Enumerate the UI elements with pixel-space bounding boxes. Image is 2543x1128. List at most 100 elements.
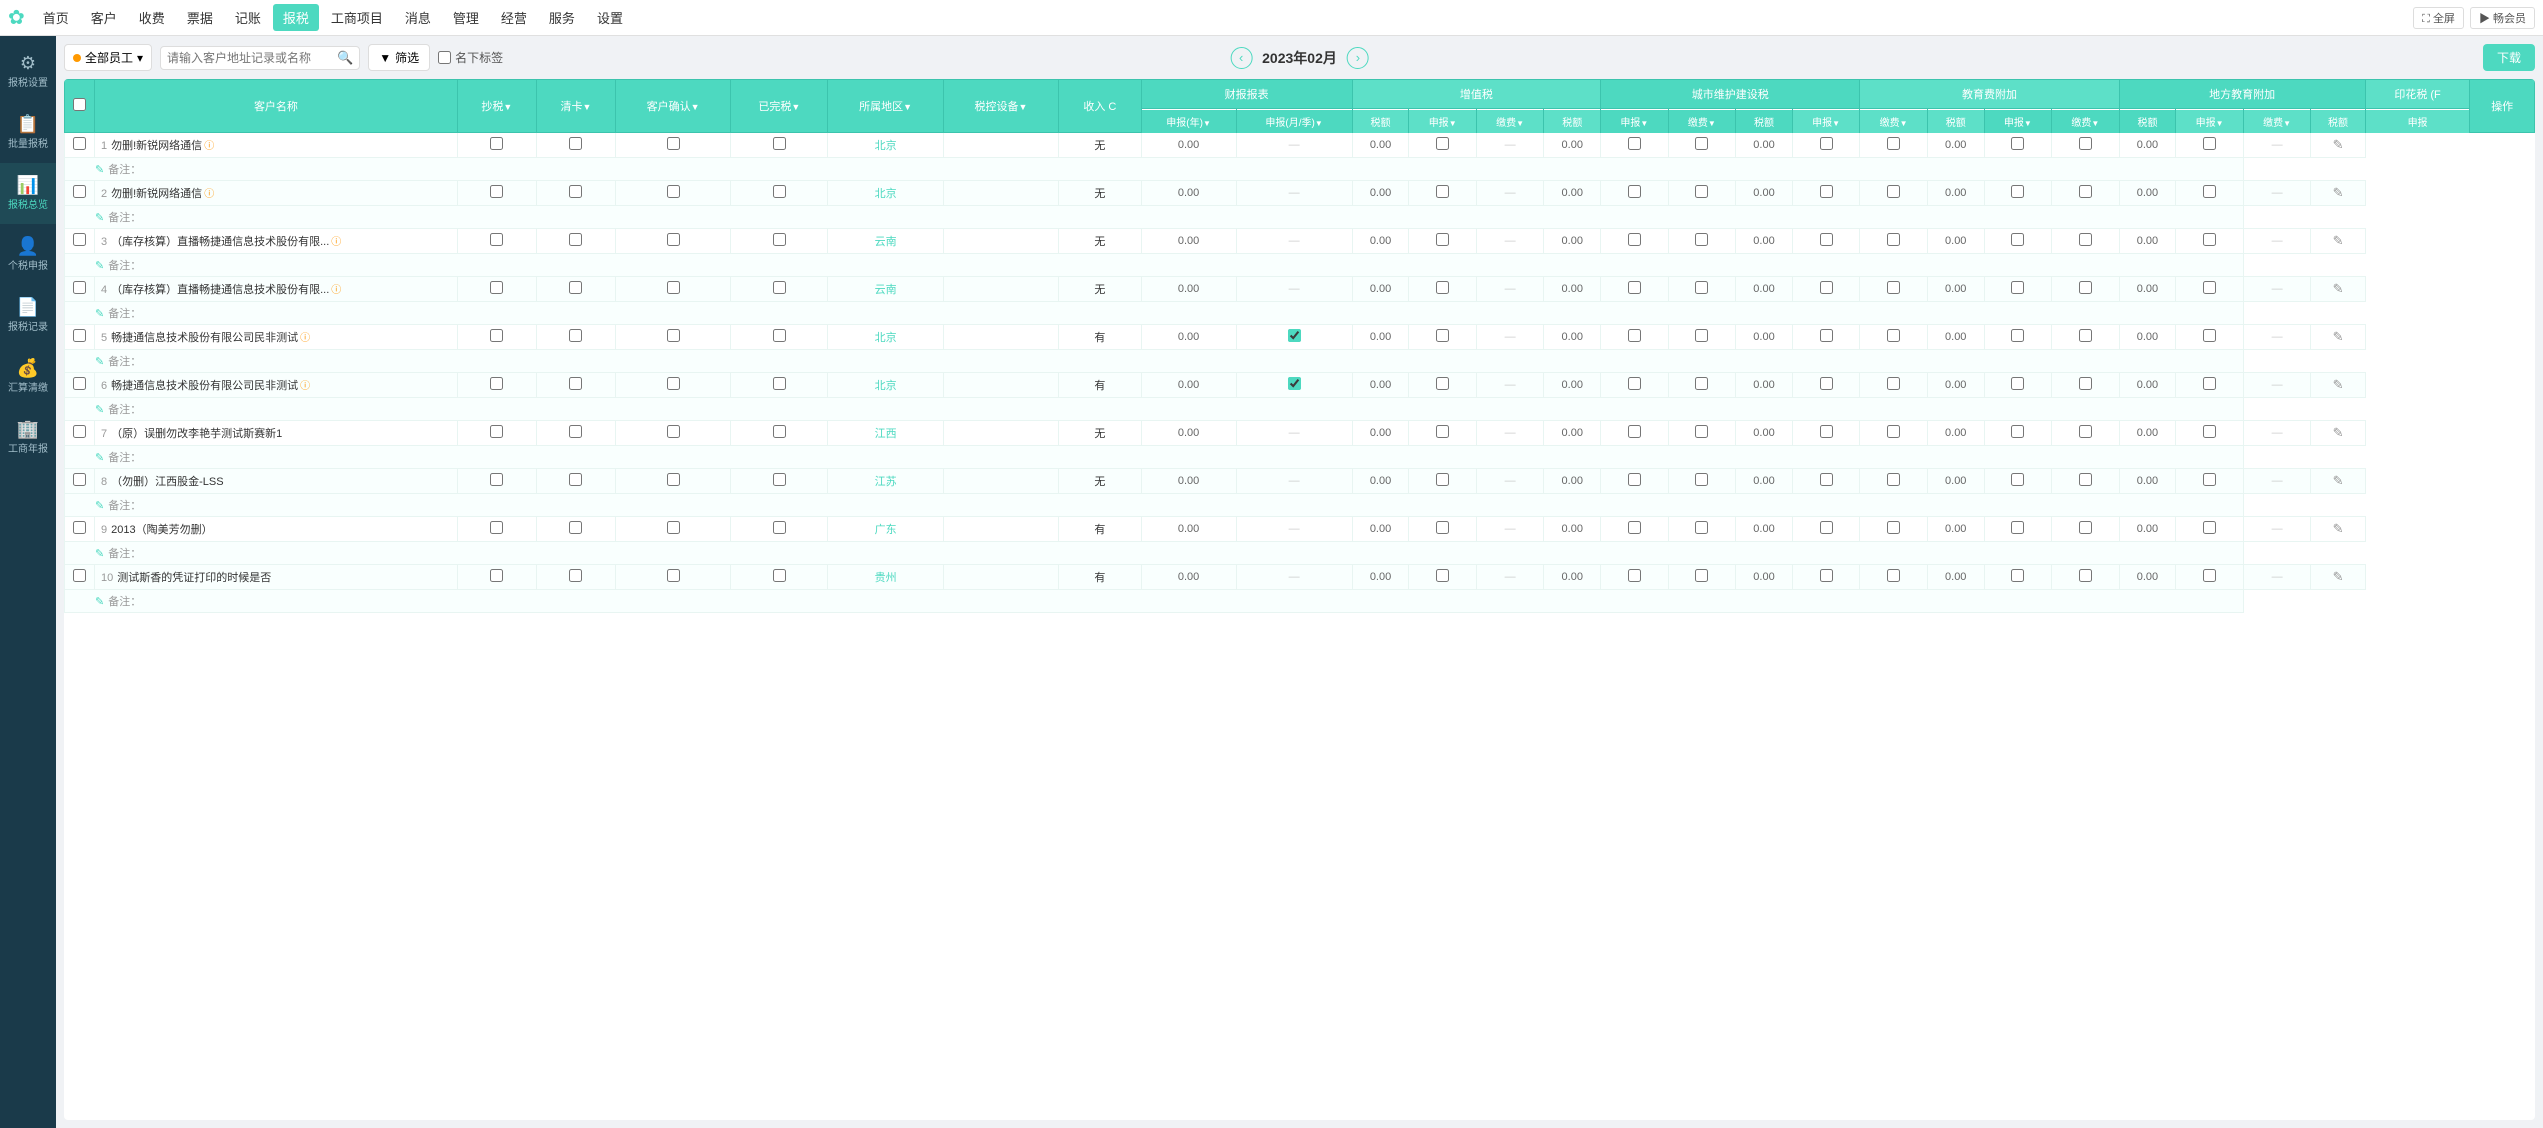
row-checkbox[interactable] — [667, 377, 680, 390]
row-checkbox[interactable] — [1887, 377, 1900, 390]
row-checkbox[interactable] — [2203, 377, 2216, 390]
cw-month-checkbox[interactable] — [1288, 377, 1301, 390]
row-checkbox[interactable] — [1887, 473, 1900, 486]
row-checkbox[interactable] — [569, 281, 582, 294]
row-checkbox[interactable] — [2011, 425, 2024, 438]
row-checkbox[interactable] — [667, 233, 680, 246]
row-checkbox[interactable] — [1695, 233, 1708, 246]
row-checkbox[interactable] — [2079, 473, 2092, 486]
next-month-btn[interactable]: › — [1347, 47, 1369, 69]
left-panel-item-tax-record[interactable]: 📄 报税记录 — [0, 285, 56, 346]
row-checkbox[interactable] — [1695, 473, 1708, 486]
nav-manage[interactable]: 管理 — [443, 4, 489, 31]
row-checkbox[interactable] — [2011, 377, 2024, 390]
fullscreen-btn[interactable]: ⛶ 全屏 — [2413, 7, 2464, 29]
edit-icon[interactable]: ✎ — [2333, 425, 2344, 440]
row-checkbox[interactable] — [2079, 377, 2092, 390]
row-checkbox[interactable] — [773, 281, 786, 294]
row-checkbox[interactable] — [1436, 281, 1449, 294]
row-checkbox[interactable] — [1820, 281, 1833, 294]
note-edit-icon[interactable]: ✎ — [95, 260, 104, 272]
row-checkbox[interactable] — [773, 473, 786, 486]
edit-icon[interactable]: ✎ — [2333, 233, 2344, 248]
note-edit-icon[interactable]: ✎ — [95, 452, 104, 464]
note-edit-icon[interactable]: ✎ — [95, 356, 104, 368]
row-checkbox[interactable] — [490, 185, 503, 198]
nav-account[interactable]: 记账 — [225, 4, 271, 31]
row-checkbox[interactable] — [773, 233, 786, 246]
row-checkbox[interactable] — [490, 281, 503, 294]
row-checkbox[interactable] — [1695, 185, 1708, 198]
row-checkbox[interactable] — [2203, 521, 2216, 534]
row-checkbox[interactable] — [1820, 137, 1833, 150]
nav-tax[interactable]: 报税 — [273, 4, 319, 31]
name-label-check[interactable]: 名下标签 — [438, 49, 503, 66]
row-checkbox[interactable] — [667, 281, 680, 294]
note-edit-icon[interactable]: ✎ — [95, 500, 104, 512]
row-checkbox[interactable] — [1628, 137, 1641, 150]
row-checkbox[interactable] — [2203, 185, 2216, 198]
row-checkbox[interactable] — [1628, 185, 1641, 198]
row-checkbox[interactable] — [1436, 425, 1449, 438]
row-checkbox[interactable] — [1820, 329, 1833, 342]
row-checkbox[interactable] — [569, 521, 582, 534]
row-checkbox[interactable] — [569, 425, 582, 438]
row-checkbox[interactable] — [2079, 329, 2092, 342]
row-checkbox[interactable] — [2011, 185, 2024, 198]
row-checkbox[interactable] — [667, 473, 680, 486]
note-edit-icon[interactable]: ✎ — [95, 596, 104, 608]
row-checkbox[interactable] — [667, 185, 680, 198]
row-checkbox[interactable] — [1695, 281, 1708, 294]
row-checkbox[interactable] — [1887, 233, 1900, 246]
row-checkbox[interactable] — [2203, 281, 2216, 294]
row-checkbox[interactable] — [490, 233, 503, 246]
nav-home[interactable]: 首页 — [33, 4, 79, 31]
note-edit-icon[interactable]: ✎ — [95, 308, 104, 320]
row-checkbox[interactable] — [73, 473, 86, 486]
row-checkbox[interactable] — [73, 425, 86, 438]
row-checkbox[interactable] — [773, 569, 786, 582]
row-checkbox[interactable] — [1820, 377, 1833, 390]
row-checkbox[interactable] — [2011, 569, 2024, 582]
row-checkbox[interactable] — [1695, 569, 1708, 582]
edit-icon[interactable]: ✎ — [2333, 329, 2344, 344]
row-checkbox[interactable] — [1887, 137, 1900, 150]
row-checkbox[interactable] — [1887, 569, 1900, 582]
row-checkbox[interactable] — [773, 425, 786, 438]
row-checkbox[interactable] — [2011, 473, 2024, 486]
row-checkbox[interactable] — [773, 521, 786, 534]
row-checkbox[interactable] — [1436, 521, 1449, 534]
edit-icon[interactable]: ✎ — [2333, 473, 2344, 488]
row-checkbox[interactable] — [2011, 521, 2024, 534]
row-checkbox[interactable] — [569, 377, 582, 390]
left-panel-item-tax-overview[interactable]: 📊 报税总览 — [0, 163, 56, 224]
row-checkbox[interactable] — [490, 329, 503, 342]
edit-icon[interactable]: ✎ — [2333, 521, 2344, 536]
row-checkbox[interactable] — [2203, 329, 2216, 342]
note-edit-icon[interactable]: ✎ — [95, 212, 104, 224]
note-edit-icon[interactable]: ✎ — [95, 404, 104, 416]
row-checkbox[interactable] — [667, 521, 680, 534]
row-checkbox[interactable] — [1820, 569, 1833, 582]
row-checkbox[interactable] — [2203, 233, 2216, 246]
row-checkbox[interactable] — [1887, 521, 1900, 534]
row-checkbox[interactable] — [1628, 425, 1641, 438]
row-checkbox[interactable] — [1887, 329, 1900, 342]
left-panel-item-annual-settle[interactable]: 💰 汇算清缴 — [0, 346, 56, 407]
row-checkbox[interactable] — [1695, 521, 1708, 534]
row-checkbox[interactable] — [1820, 425, 1833, 438]
row-checkbox[interactable] — [2079, 569, 2092, 582]
edit-icon[interactable]: ✎ — [2333, 569, 2344, 584]
row-checkbox[interactable] — [490, 569, 503, 582]
row-checkbox[interactable] — [773, 377, 786, 390]
table-container[interactable]: 客户名称 抄税▼ 清卡▼ 客户确认▼ 已完税▼ 所属地区▼ 税控设备▼ 收入 C… — [64, 79, 2535, 1120]
row-checkbox[interactable] — [2079, 425, 2092, 438]
row-checkbox[interactable] — [2011, 281, 2024, 294]
nav-customer[interactable]: 客户 — [81, 4, 127, 31]
search-icon[interactable]: 🔍 — [337, 50, 353, 66]
download-btn[interactable]: 下载 — [2483, 44, 2535, 71]
row-checkbox[interactable] — [773, 329, 786, 342]
row-checkbox[interactable] — [2203, 137, 2216, 150]
nav-service[interactable]: 服务 — [539, 4, 585, 31]
cw-month-checkbox[interactable] — [1288, 329, 1301, 342]
